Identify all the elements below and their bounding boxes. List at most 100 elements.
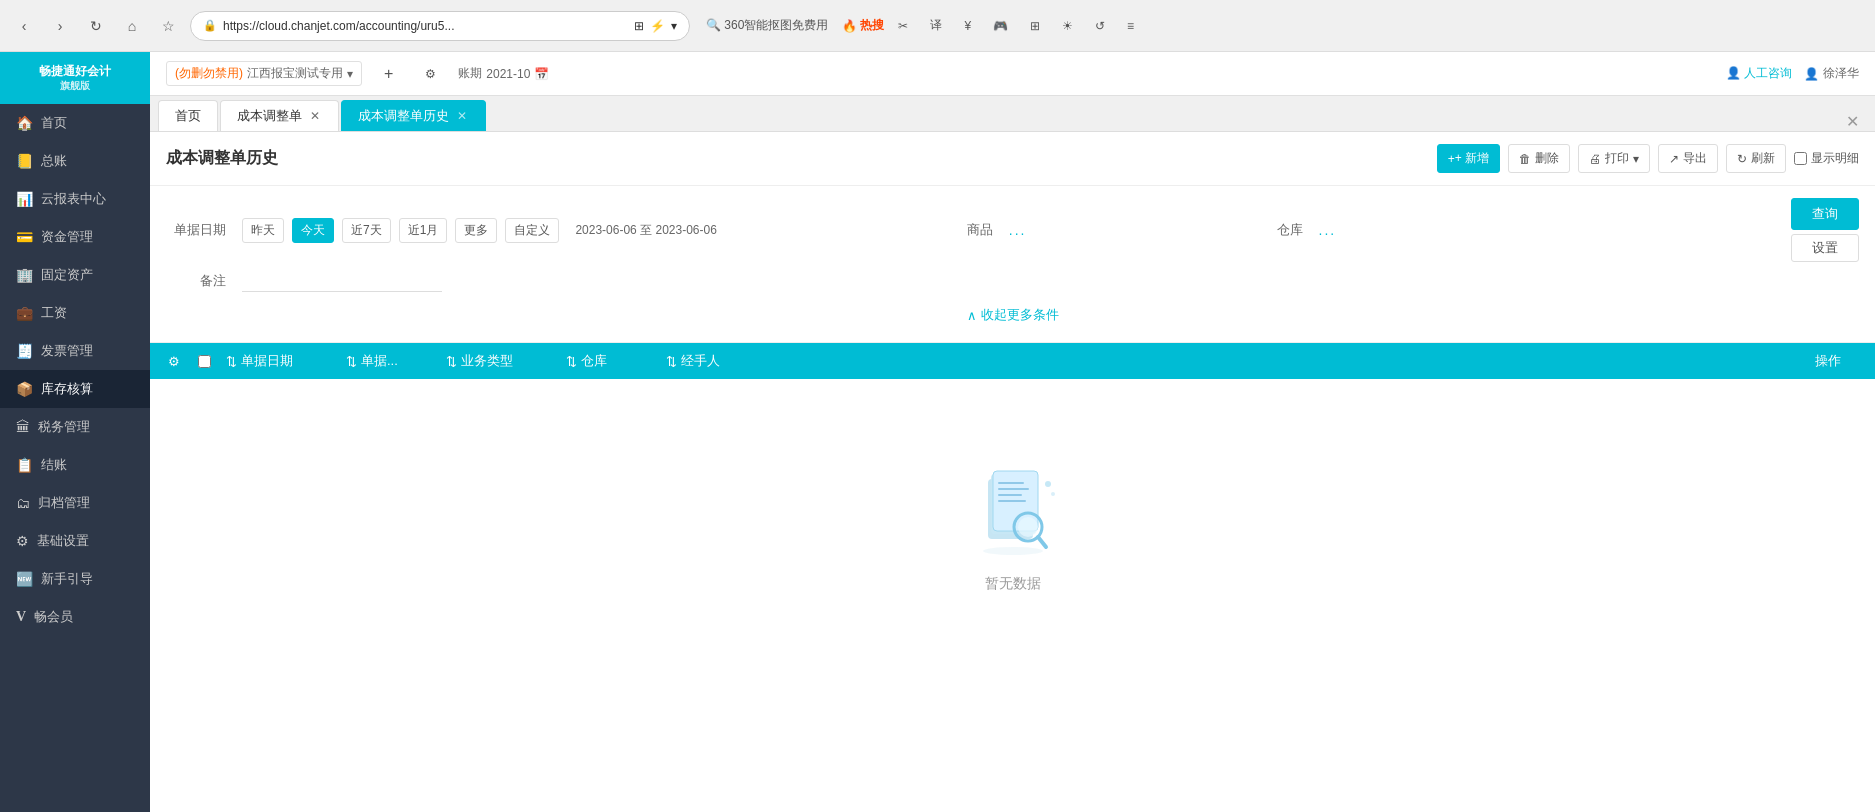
sidebar-label-guide: 新手引导 [41, 570, 93, 588]
tab-cost-adjust-close[interactable]: ✕ [308, 109, 322, 123]
invoice-icon: 🧾 [16, 343, 33, 359]
th-biz-type[interactable]: ⇅ 业务类型 [438, 352, 558, 370]
back-button[interactable]: ‹ [10, 12, 38, 40]
browser-chrome: ‹ › ↻ ⌂ ☆ 🔒 https://cloud.chanjet.com/ac… [0, 0, 1875, 52]
collapse-button[interactable]: ∧ 收起更多条件 [166, 300, 1859, 330]
sidebar-label-settings: 基础设置 [37, 532, 89, 550]
collapse-arrow-icon: ∧ [967, 308, 977, 323]
show-columns-checkbox[interactable] [1794, 152, 1807, 165]
sidebar-item-inventory[interactable]: 📦 库存核算 [0, 370, 150, 408]
sidebar-label-salary: 工资 [41, 304, 67, 322]
url-text: https://cloud.chanjet.com/accounting/uru… [223, 19, 454, 33]
search-btn[interactable]: 🔍 360智能抠图免费用 [698, 13, 836, 38]
company-settings-button[interactable]: ⚙ [415, 62, 446, 86]
month-btn[interactable]: 近1月 [399, 218, 448, 243]
svg-point-12 [1051, 492, 1055, 496]
th-settings[interactable]: ⚙ [158, 354, 190, 369]
select-all-checkbox[interactable] [198, 355, 211, 368]
sidebar-label-home: 首页 [41, 114, 67, 132]
bookmark-button[interactable]: ☆ [154, 12, 182, 40]
app-container: 畅捷通好会计 旗舰版 🏠 首页 📒 总账 📊 云报表中心 💳 资金管理 🏢 固定… [0, 52, 1875, 812]
tab-home[interactable]: 首页 [158, 100, 218, 131]
refresh-button[interactable]: ↻ [82, 12, 110, 40]
date-range-text: 2023-06-06 至 2023-06-06 [575, 222, 716, 239]
more-btn[interactable]: 更多 [455, 218, 497, 243]
user-service-link[interactable]: 👤 人工咨询 [1726, 65, 1792, 82]
refresh-button[interactable]: ↻ 刷新 [1726, 144, 1786, 173]
menu-btn[interactable]: ≡ [1119, 15, 1142, 37]
tab-cost-adjust-history[interactable]: 成本调整单历史 ✕ [341, 100, 486, 131]
th-person[interactable]: ⇅ 经手人 [658, 352, 758, 370]
forward-button[interactable]: › [46, 12, 74, 40]
warehouse-more-btn[interactable]: ... [1319, 222, 1337, 238]
inventory-icon: 📦 [16, 381, 33, 397]
export-button[interactable]: ↗ 导出 [1658, 144, 1718, 173]
add-company-button[interactable]: + [374, 60, 403, 88]
game-btn[interactable]: 🎮 [985, 15, 1016, 37]
custom-btn[interactable]: 自定义 [505, 218, 559, 243]
sidebar-item-closing[interactable]: 📋 结账 [0, 446, 150, 484]
calendar-icon: 📅 [534, 67, 549, 81]
fixed-assets-icon: 🏢 [16, 267, 33, 283]
delete-button[interactable]: 🗑 删除 [1508, 144, 1570, 173]
company-dropdown-icon: ▾ [347, 67, 353, 81]
th-num-sort-icon: ⇅ [346, 354, 357, 369]
add-button[interactable]: + + 新增 [1437, 144, 1500, 173]
th-warehouse-sort-icon: ⇅ [566, 354, 577, 369]
remark-input[interactable] [242, 270, 442, 292]
sidebar-item-reports[interactable]: 📊 云报表中心 [0, 180, 150, 218]
sidebar-label-ledger: 总账 [41, 152, 67, 170]
sidebar-item-salary[interactable]: 💼 工资 [0, 294, 150, 332]
th-date[interactable]: ⇅ 单据日期 [218, 352, 338, 370]
funds-icon: 💳 [16, 229, 33, 245]
grid-btn[interactable]: ⊞ [1022, 15, 1048, 37]
sidebar-item-vip[interactable]: V 畅会员 [0, 598, 150, 636]
query-btn[interactable]: 查询 [1791, 198, 1859, 230]
sidebar-item-home[interactable]: 🏠 首页 [0, 104, 150, 142]
tab-home-label: 首页 [175, 107, 201, 125]
page-title: 成本调整单历史 [166, 148, 1437, 169]
sidebar-item-archive[interactable]: 🗂 归档管理 [0, 484, 150, 522]
sidebar-item-fixed-assets[interactable]: 🏢 固定资产 [0, 256, 150, 294]
tab-cost-adjust[interactable]: 成本调整单 ✕ [220, 100, 339, 131]
print-button[interactable]: 🖨 打印 ▾ [1578, 144, 1650, 173]
sidebar-item-ledger[interactable]: 📒 总账 [0, 142, 150, 180]
sidebar-item-funds[interactable]: 💳 资金管理 [0, 218, 150, 256]
sidebar-item-guide[interactable]: 🆕 新手引导 [0, 560, 150, 598]
goods-more-btn[interactable]: ... [1009, 222, 1027, 238]
th-checkbox[interactable] [190, 355, 218, 368]
yesterday-btn[interactable]: 昨天 [242, 218, 284, 243]
empty-text: 暂无数据 [985, 575, 1041, 593]
today-btn[interactable]: 今天 [292, 218, 334, 243]
th-number[interactable]: ⇅ 单据... [338, 352, 438, 370]
period-info: 账期 2021-10 📅 [458, 65, 549, 82]
scissors-btn[interactable]: ✂ [890, 15, 916, 37]
brightness-btn[interactable]: ☀ [1054, 15, 1081, 37]
empty-illustration [963, 459, 1063, 559]
app-logo: 畅捷通好会计 旗舰版 [0, 52, 150, 104]
sidebar-label-tax: 税务管理 [38, 418, 90, 436]
sidebar-label-reports: 云报表中心 [41, 190, 106, 208]
sidebar-item-invoice[interactable]: 🧾 发票管理 [0, 332, 150, 370]
tax-icon: 🏛 [16, 419, 30, 435]
close-all-tabs-button[interactable]: ✕ [1838, 112, 1867, 131]
translate-btn[interactable]: 译 [922, 13, 950, 38]
th-warehouse[interactable]: ⇅ 仓库 [558, 352, 658, 370]
sidebar: 畅捷通好会计 旗舰版 🏠 首页 📒 总账 📊 云报表中心 💳 资金管理 🏢 固定… [0, 52, 150, 812]
undo-btn[interactable]: ↺ [1087, 15, 1113, 37]
home-button[interactable]: ⌂ [118, 12, 146, 40]
user-avatar-icon: 👤 [1804, 67, 1819, 81]
show-columns-toggle[interactable]: 显示明细 [1794, 150, 1859, 167]
sidebar-item-tax[interactable]: 🏛 税务管理 [0, 408, 150, 446]
wallet-btn[interactable]: ¥ [956, 15, 979, 37]
address-bar[interactable]: 🔒 https://cloud.chanjet.com/accounting/u… [190, 11, 690, 41]
period-value: 2021-10 [486, 67, 530, 81]
tab-cost-adjust-history-close[interactable]: ✕ [455, 109, 469, 123]
settings-filter-btn[interactable]: 设置 [1791, 234, 1859, 262]
company-selector[interactable]: (勿删勿禁用) 江西报宝测试专用 ▾ [166, 61, 362, 86]
sidebar-item-settings[interactable]: ⚙ 基础设置 [0, 522, 150, 560]
home-icon: 🏠 [16, 115, 33, 131]
filter-area: 单据日期 昨天 今天 近7天 近1月 更多 自定义 2023-06-06 至 2… [150, 186, 1875, 343]
week-btn[interactable]: 近7天 [342, 218, 391, 243]
goods-filter-label: 商品 [933, 221, 993, 239]
